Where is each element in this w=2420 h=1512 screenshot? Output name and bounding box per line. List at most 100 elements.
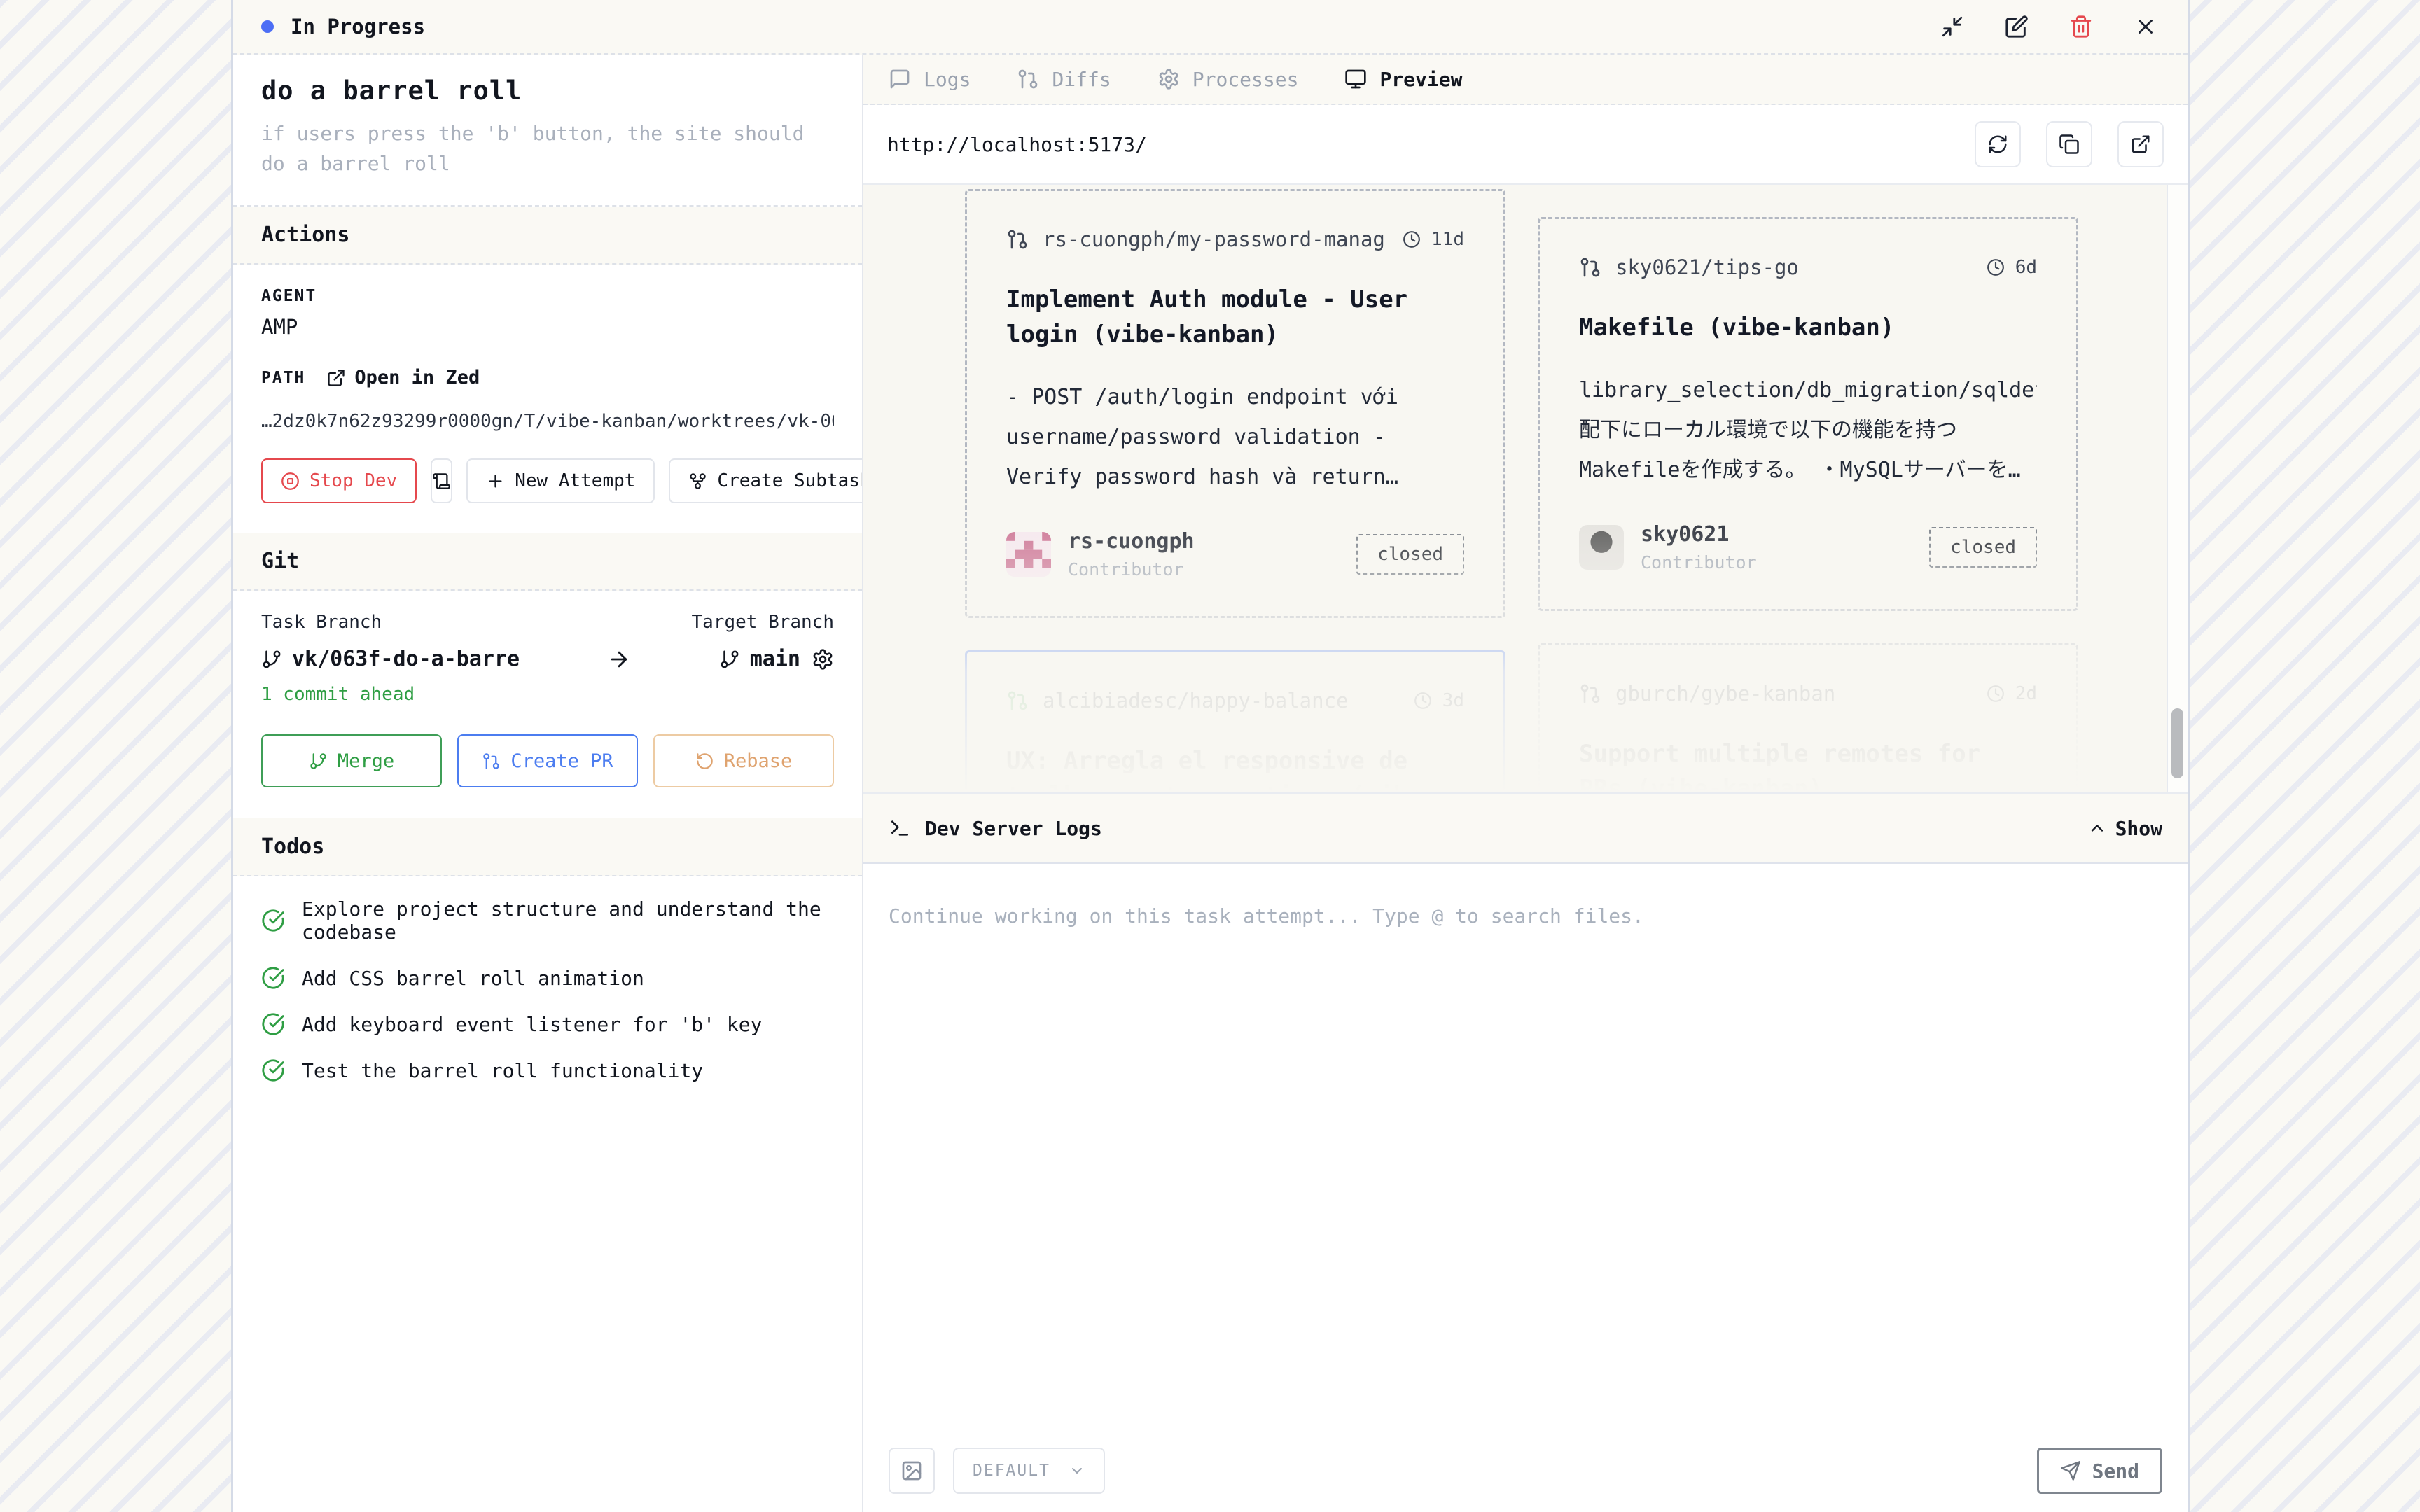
list-item: Add keyboard event listener for 'b' key bbox=[261, 1012, 834, 1036]
new-attempt-button[interactable]: New Attempt bbox=[466, 458, 655, 503]
preview-panel: Logs Diffs Processes Preview http://loca… bbox=[863, 55, 2188, 1512]
gear-icon bbox=[1159, 69, 1178, 90]
task-description: if users press the 'b' button, the site … bbox=[261, 122, 805, 175]
rotate-icon bbox=[696, 752, 713, 769]
dialog-titlebar: In Progress bbox=[233, 0, 2188, 55]
card-title: Makefile (vibe-kanban) bbox=[1579, 314, 1895, 342]
delete-icon[interactable] bbox=[2067, 13, 2095, 41]
target-branch-label: Target Branch bbox=[691, 612, 835, 633]
clock-icon bbox=[1414, 692, 1431, 709]
close-icon[interactable] bbox=[2132, 13, 2160, 41]
message-square-icon bbox=[890, 69, 910, 89]
git-merge-icon bbox=[310, 752, 326, 769]
status-label: In Progress bbox=[291, 15, 426, 38]
task-branch-label: Task Branch bbox=[261, 612, 382, 633]
attach-image-button[interactable] bbox=[889, 1448, 935, 1494]
kanban-card-selected[interactable]: alcibiadesc/happy-balance 3d UX: Arregla… bbox=[965, 650, 1505, 792]
actions-section: AGENT AMP PATH Open in Zed …2dz0k7n62z93… bbox=[233, 265, 862, 533]
tab-logs[interactable]: Logs bbox=[889, 68, 971, 91]
branch-settings-gear-icon[interactable] bbox=[812, 648, 834, 671]
url-bar: http://localhost:5173/ bbox=[863, 105, 2188, 185]
tab-diffs[interactable]: Diffs bbox=[1017, 68, 1111, 91]
refresh-icon bbox=[1989, 135, 2007, 153]
create-pr-button[interactable]: Create PR bbox=[457, 734, 638, 788]
stop-dev-button[interactable]: Stop Dev bbox=[261, 458, 417, 503]
terminal-icon bbox=[891, 820, 908, 836]
kanban-card[interactable]: rs-cuongph/my-password-management 11d Im… bbox=[965, 189, 1505, 618]
dev-server-logs-bar: Dev Server Logs Show bbox=[863, 794, 2188, 864]
show-logs-button[interactable]: Show bbox=[2087, 817, 2162, 840]
message-composer: Continue working on this task attempt...… bbox=[863, 864, 2188, 1512]
card-title: UX: Arregla el responsive de toolbar en … bbox=[1006, 747, 1436, 792]
list-item: Test the barrel roll functionality bbox=[261, 1058, 834, 1082]
todos-section-header: Todos bbox=[233, 818, 862, 876]
tab-preview[interactable]: Preview bbox=[1344, 68, 1462, 91]
arrow-right-icon bbox=[607, 648, 631, 671]
card-age: 11d bbox=[1400, 229, 1464, 250]
agent-label: AGENT bbox=[261, 287, 317, 305]
clock-icon bbox=[1403, 231, 1420, 248]
clock-icon bbox=[1987, 259, 2004, 276]
git-pull-request-icon bbox=[1580, 684, 1600, 704]
tab-processes[interactable]: Processes bbox=[1157, 68, 1298, 91]
url-input[interactable]: http://localhost:5173/ bbox=[887, 133, 1147, 156]
app-background: In Progress do a barrel roll if users pr… bbox=[0, 0, 2420, 1512]
titlebar-actions bbox=[1938, 13, 2160, 41]
agent-value: AMP bbox=[261, 315, 298, 339]
status-badge: closed bbox=[1356, 534, 1464, 575]
card-role: Contributor bbox=[1068, 559, 1184, 580]
git-pull-request-icon bbox=[1008, 230, 1027, 249]
open-external-button[interactable] bbox=[2118, 121, 2164, 167]
dev-logs-script-button[interactable] bbox=[431, 458, 453, 503]
chevron-down-icon bbox=[1071, 1468, 1082, 1474]
scroll-icon bbox=[433, 472, 451, 489]
check-circle-icon bbox=[262, 909, 284, 932]
todos-list: Explore project structure and understand… bbox=[233, 876, 862, 1512]
avatar bbox=[1579, 525, 1624, 570]
git-pull-request-icon bbox=[483, 752, 500, 769]
create-subtask-button[interactable]: Create Subtask bbox=[669, 458, 862, 503]
scrollbar bbox=[2167, 185, 2188, 792]
minimize-icon[interactable] bbox=[1938, 13, 1966, 41]
message-input[interactable]: Continue working on this task attempt...… bbox=[889, 904, 2162, 927]
send-button[interactable]: Send bbox=[2036, 1448, 2162, 1494]
task-sidebar: do a barrel roll if users press the 'b' … bbox=[233, 55, 863, 1512]
card-author: sky0621 bbox=[1641, 522, 1730, 547]
path-label: PATH bbox=[261, 368, 306, 387]
dev-server-logs-label: Dev Server Logs bbox=[925, 816, 1102, 840]
task-summary: do a barrel roll if users press the 'b' … bbox=[233, 55, 862, 206]
tab-bar: Logs Diffs Processes Preview bbox=[863, 55, 2188, 105]
card-title: Support multiple remotes for PRs (vibe-k… bbox=[1579, 740, 1981, 794]
clock-icon bbox=[1987, 685, 2004, 702]
card-title: Implement Auth module - User login (vibe… bbox=[1006, 286, 1408, 349]
scrollbar-thumb[interactable] bbox=[2171, 708, 2183, 778]
edit-icon[interactable] bbox=[2003, 13, 2031, 41]
merge-button[interactable]: Merge bbox=[261, 734, 442, 788]
task-dialog: In Progress do a barrel roll if users pr… bbox=[231, 0, 2190, 1512]
kanban-card[interactable]: gburch/gybe-kanban 2d Support multiple r… bbox=[1538, 643, 2078, 794]
worktree-path: …2dz0k7n62z93299r0000gn/T/vibe-kanban/wo… bbox=[261, 411, 834, 432]
send-icon bbox=[2060, 1461, 2080, 1480]
card-body: library_selection/db_migration/sqldef 配下… bbox=[1579, 378, 2037, 482]
copy-url-button[interactable] bbox=[2046, 121, 2092, 167]
git-branch-icon bbox=[721, 650, 739, 668]
rebase-button[interactable]: Rebase bbox=[653, 734, 834, 788]
git-pull-request-icon bbox=[1580, 258, 1600, 277]
page-title: do a barrel roll bbox=[261, 76, 522, 106]
kanban-card[interactable]: sky0621/tips-go 6d Makefile (vibe-kanban… bbox=[1538, 217, 2078, 611]
stop-circle-icon bbox=[281, 472, 299, 490]
git-branch-icon bbox=[263, 650, 281, 668]
image-icon bbox=[902, 1461, 922, 1480]
task-branch-value: vk/063f-do-a-barre bbox=[261, 647, 520, 671]
open-in-zed-link[interactable]: Open in Zed bbox=[326, 367, 480, 388]
avatar bbox=[1006, 532, 1051, 577]
external-link-icon bbox=[328, 369, 345, 386]
card-age: 6d bbox=[1984, 257, 2037, 278]
actions-section-header: Actions bbox=[233, 206, 862, 265]
refresh-button[interactable] bbox=[1975, 121, 2021, 167]
target-branch-value: main bbox=[719, 647, 800, 671]
commit-ahead-status: 1 commit ahead bbox=[261, 684, 415, 705]
model-select-dropdown[interactable]: DEFAULT bbox=[953, 1448, 1105, 1494]
card-age: 3d bbox=[1412, 690, 1464, 711]
status-dot-icon bbox=[261, 20, 274, 33]
